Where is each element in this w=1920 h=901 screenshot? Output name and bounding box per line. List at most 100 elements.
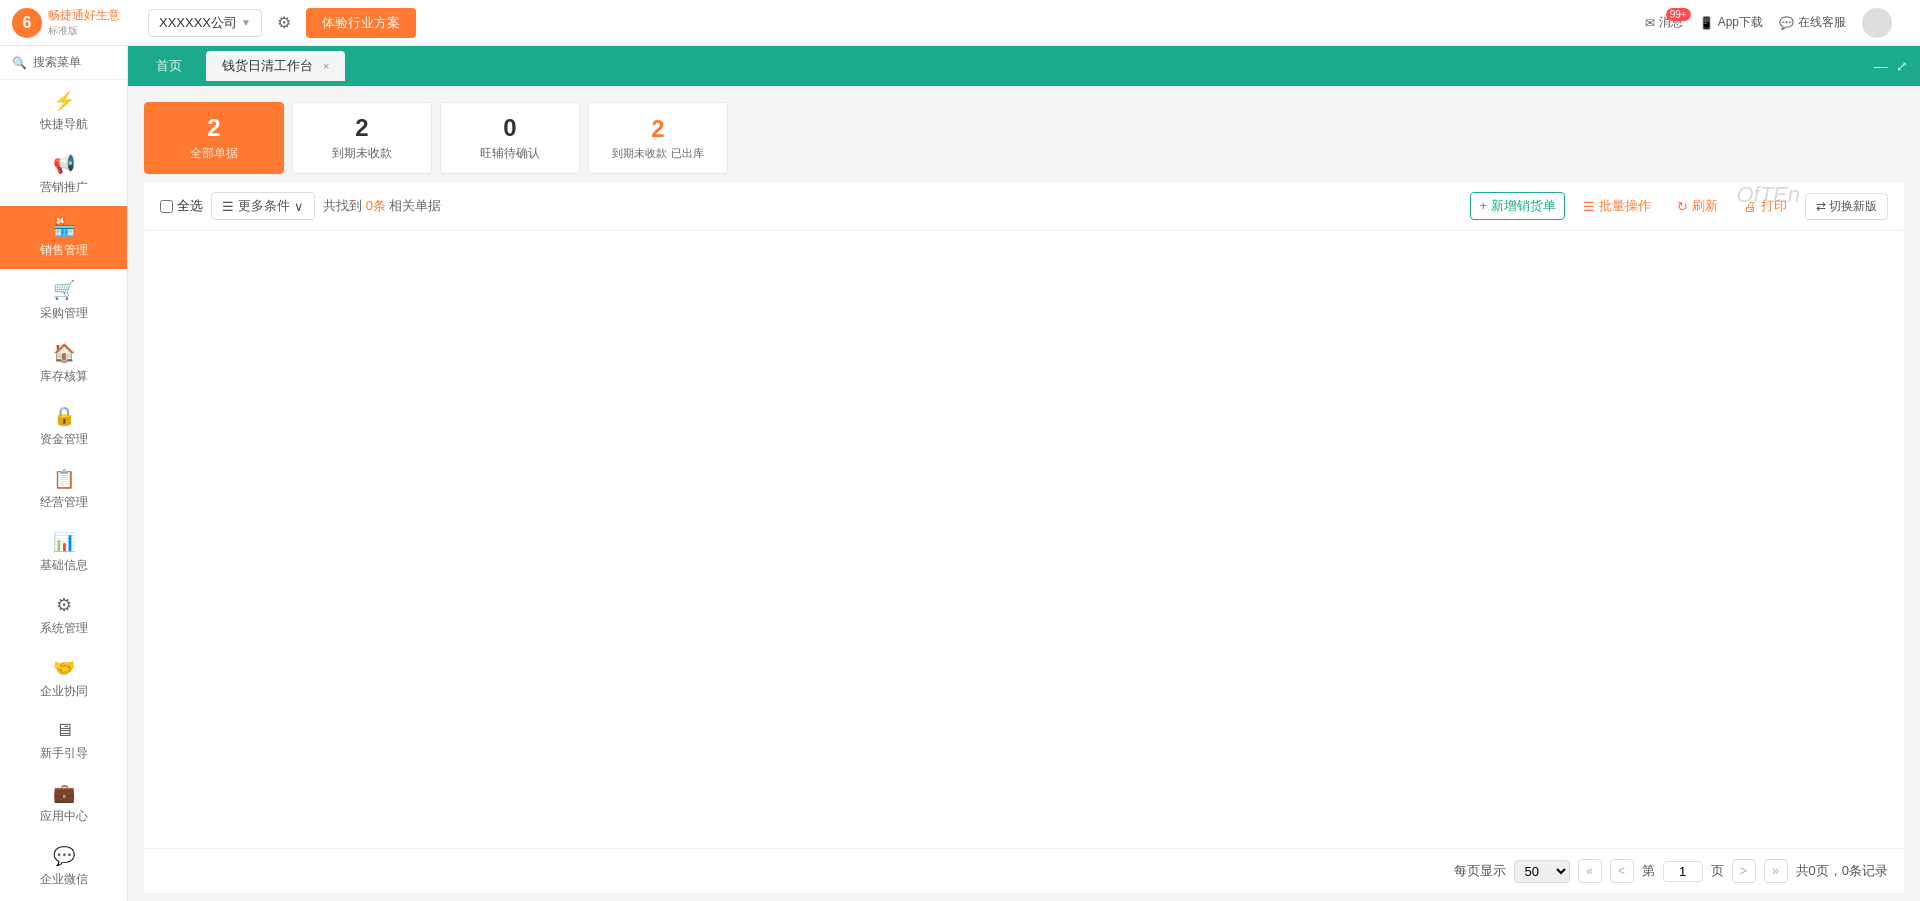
sidebar-item-label: 快捷导航 xyxy=(40,116,88,133)
service-icon: 💬 xyxy=(1779,16,1794,30)
guide-icon: 🖥 xyxy=(55,720,73,741)
base-info-icon: 📊 xyxy=(53,531,75,553)
download-icon: 📱 xyxy=(1699,16,1714,30)
tab-maximize-button[interactable]: ⤢ xyxy=(1896,58,1908,74)
first-page-button[interactable]: « xyxy=(1578,859,1602,883)
sidebar-item-label: 系统管理 xyxy=(40,620,88,637)
tab-bar-right: — ⤢ xyxy=(1874,58,1908,74)
tab-close-icon[interactable]: × xyxy=(323,60,329,72)
filter-button[interactable]: ☰ 更多条件 ∨ xyxy=(211,192,315,220)
total-info: 共0页，0条记录 xyxy=(1796,862,1888,880)
filter-chevron-icon: ∨ xyxy=(294,199,304,214)
sidebar-item-guide[interactable]: 🖥 新手引导 xyxy=(0,710,127,772)
sidebar-item-app-center[interactable]: 💼 应用中心 xyxy=(0,772,127,835)
sales-icon: 🏪 xyxy=(53,216,75,238)
logo-area: 6 畅捷通好生意 标准版 xyxy=(12,8,120,38)
sidebar-item-sales[interactable]: 🏪 销售管理 xyxy=(0,206,127,269)
search-icon: 🔍 xyxy=(12,56,27,70)
batch-icon: ☰ xyxy=(1583,199,1595,214)
sidebar-item-wechat[interactable]: 💬 企业微信 xyxy=(0,835,127,898)
page-info-prefix: 第 xyxy=(1642,862,1655,880)
message-button[interactable]: ✉ 消息 99+ xyxy=(1645,14,1683,31)
message-badge: 99+ xyxy=(1666,8,1691,21)
stat-label-overdue: 到期未收款 xyxy=(332,145,392,162)
quick-nav-icon: ⚡ xyxy=(53,90,75,112)
sidebar-item-purchase[interactable]: 🛒 采购管理 xyxy=(0,269,127,332)
logo-icon: 6 xyxy=(12,8,42,38)
sidebar-item-enterprise[interactable]: 🤝 企业协同 xyxy=(0,647,127,710)
add-sale-button[interactable]: + 新增销货单 xyxy=(1470,192,1564,220)
sidebar-item-label: 经营管理 xyxy=(40,494,88,511)
refresh-button[interactable]: ↻ 刷新 xyxy=(1669,193,1726,219)
sidebar-item-inventory[interactable]: 🏠 库存核算 xyxy=(0,332,127,395)
settings-button[interactable]: ⚙ xyxy=(270,9,298,37)
prev-page-icon: < xyxy=(1618,864,1625,878)
stat-num-all: 2 xyxy=(207,114,220,143)
sidebar-item-system[interactable]: ⚙ 系统管理 xyxy=(0,584,127,647)
select-all-checkbox[interactable]: 全选 xyxy=(160,197,203,215)
app-download-button[interactable]: 📱 App下载 xyxy=(1699,14,1763,31)
tab-active[interactable]: 钱货日清工作台 × xyxy=(206,51,345,81)
toolbar-left: 全选 ☰ 更多条件 ∨ 共找到 0条 相关单据 xyxy=(160,192,1458,220)
search-menu-label: 搜索菜单 xyxy=(33,54,81,71)
found-text: 共找到 0条 相关单据 xyxy=(323,197,441,215)
tab-minimize-button[interactable]: — xyxy=(1874,58,1888,74)
page-size-select[interactable]: 50 10 20 100 xyxy=(1514,860,1570,883)
table-area xyxy=(144,231,1904,848)
sidebar-item-finance[interactable]: 🔒 资金管理 xyxy=(0,395,127,458)
select-all-input[interactable] xyxy=(160,200,173,213)
company-selector[interactable]: XXXXXX公司 ▼ xyxy=(148,9,262,37)
tab-home[interactable]: 首页 xyxy=(140,51,198,81)
first-page-icon: « xyxy=(1586,864,1593,878)
stat-label-all: 全部单据 xyxy=(190,145,238,162)
operations-icon: 📋 xyxy=(53,468,75,490)
sidebar-item-quick-nav[interactable]: ⚡ 快捷导航 xyxy=(0,80,127,143)
batch-label: 批量操作 xyxy=(1599,197,1651,215)
search-menu-item[interactable]: 🔍 搜索菜单 xyxy=(0,46,127,80)
message-icon: ✉ xyxy=(1645,16,1655,30)
batch-operation-button[interactable]: ☰ 批量操作 xyxy=(1575,193,1659,219)
stat-card-overdue[interactable]: 2 到期未收款 xyxy=(292,102,432,174)
stat-card-all[interactable]: 2 全部单据 xyxy=(144,102,284,174)
next-page-button[interactable]: > xyxy=(1732,859,1756,883)
sidebar-item-label: 营销推广 xyxy=(40,179,88,196)
sidebar-item-label: 基础信息 xyxy=(40,557,88,574)
logo-text: 畅捷通好生意 标准版 xyxy=(48,8,120,37)
sidebar-item-label: 企业微信 xyxy=(40,871,88,888)
sidebar-item-label: 应用中心 xyxy=(40,808,88,825)
sidebar-item-operations[interactable]: 📋 经营管理 xyxy=(0,458,127,521)
marketing-icon: 📢 xyxy=(53,153,75,175)
tab-active-label: 钱货日清工作台 xyxy=(222,57,313,75)
sidebar: 🔍 搜索菜单 ⚡ 快捷导航 📢 营销推广 🏪 销售管理 🛒 采购管理 🏠 库存核… xyxy=(0,46,128,901)
online-service-button[interactable]: 💬 在线客服 xyxy=(1779,14,1846,31)
filter-label: 更多条件 xyxy=(238,197,290,215)
trial-button[interactable]: 体验行业方案 xyxy=(306,8,416,38)
prev-page-button[interactable]: < xyxy=(1610,859,1634,883)
page-number-input[interactable] xyxy=(1663,861,1703,882)
page-size-label: 每页显示 xyxy=(1454,862,1506,880)
app-center-icon: 💼 xyxy=(53,782,75,804)
stat-num-wangwang: 0 xyxy=(503,114,516,143)
sidebar-item-label: 新手引导 xyxy=(40,745,88,762)
last-page-button[interactable]: » xyxy=(1764,859,1788,883)
refresh-label: 刷新 xyxy=(1692,197,1718,215)
filter-icon: ☰ xyxy=(222,199,234,214)
sidebar-item-marketing[interactable]: 📢 营销推广 xyxy=(0,143,127,206)
stat-card-wangwang[interactable]: 0 旺辅待确认 xyxy=(440,102,580,174)
select-all-label: 全选 xyxy=(177,197,203,215)
header-right: ✉ 消息 99+ 📱 App下载 💬 在线客服 xyxy=(1645,8,1908,38)
add-sale-label: + 新增销货单 xyxy=(1479,197,1555,215)
print-button[interactable]: 🖨 打印 xyxy=(1736,193,1795,219)
sidebar-item-label: 销售管理 xyxy=(40,242,88,259)
company-name: XXXXXX公司 xyxy=(159,14,237,32)
switch-version-button[interactable]: ⇄ 切换新版 xyxy=(1805,193,1888,220)
stat-card-overdue-shipped[interactable]: 2 到期未收款 已出库 xyxy=(588,102,728,174)
inventory-icon: 🏠 xyxy=(53,342,75,364)
sidebar-item-base-info[interactable]: 📊 基础信息 xyxy=(0,521,127,584)
page-info-suffix: 页 xyxy=(1711,862,1724,880)
stats-row: 2 全部单据 2 到期未收款 0 旺辅待确认 2 到期未收款 已出库 xyxy=(128,86,1920,174)
finance-icon: 🔒 xyxy=(53,405,75,427)
avatar[interactable] xyxy=(1862,8,1892,38)
sidebar-item-label: 企业协同 xyxy=(40,683,88,700)
sidebar-item-label: 库存核算 xyxy=(40,368,88,385)
